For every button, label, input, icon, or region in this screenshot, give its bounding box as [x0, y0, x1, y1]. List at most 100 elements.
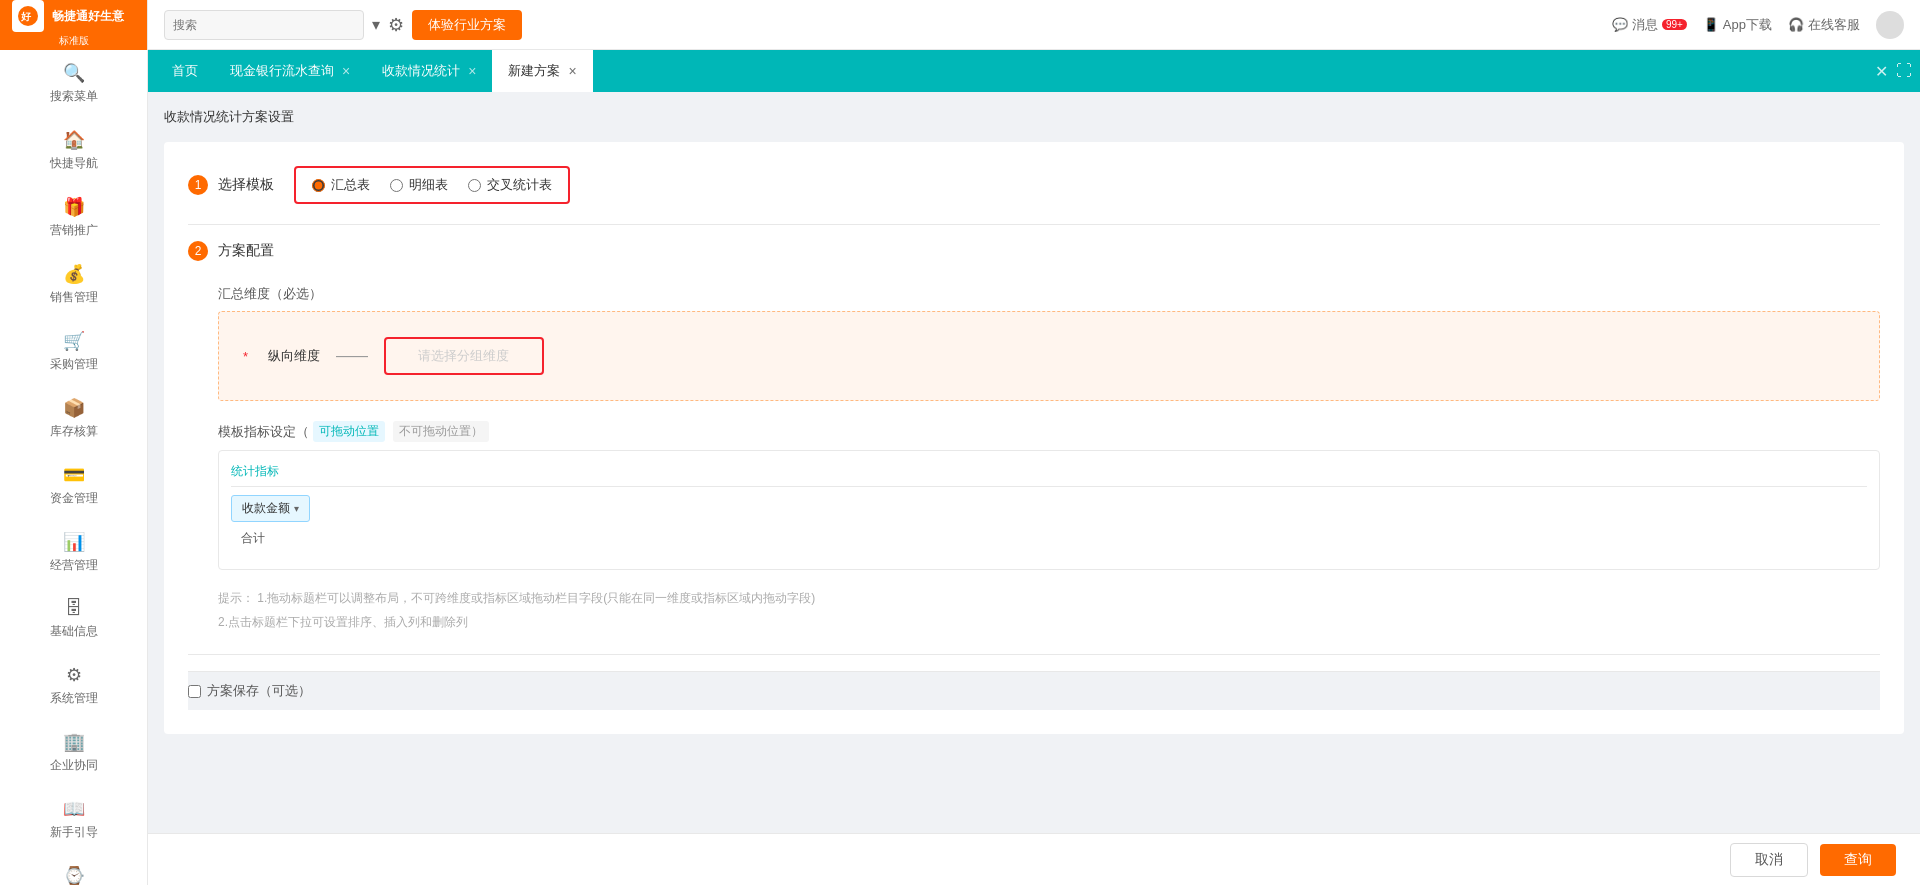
metric-tag-collection[interactable]: 收款金额 ▾	[231, 495, 1867, 522]
tab-cash-bank-close-icon[interactable]: ×	[342, 63, 350, 79]
sidebar-item-finance[interactable]: 💳 资金管理	[0, 452, 147, 519]
gear-icon[interactable]: ⚙	[388, 14, 404, 36]
step1-row: 1 选择模板 汇总表 明细表 交叉统计表	[188, 166, 1880, 204]
tab-home[interactable]: 首页	[156, 50, 214, 92]
tab-collection-stats[interactable]: 收款情况统计 ×	[366, 50, 492, 92]
radio-cross-label: 交叉统计表	[487, 176, 552, 194]
sidebar-item-operation[interactable]: 📊 经营管理	[0, 519, 147, 586]
metrics-settings-label: 模板指标设定（ 可拖动位置 不可拖动位置）	[218, 421, 1880, 442]
sidebar-item-label-inventory: 库存核算	[50, 423, 98, 440]
sidebar-item-label-search-menu: 搜索菜单	[50, 88, 98, 105]
template-radio-group: 汇总表 明细表 交叉统计表	[294, 166, 570, 204]
cancel-button[interactable]: 取消	[1730, 843, 1808, 877]
tab-cash-bank-label: 现金银行流水查询	[230, 62, 334, 80]
online-service-icon: 🎧	[1788, 17, 1804, 32]
message-btn[interactable]: 💬 消息 99+	[1612, 16, 1687, 34]
purchase-icon: 🛒	[63, 330, 85, 352]
inventory-icon: 📦	[63, 397, 85, 419]
topbar-right: 💬 消息 99+ 📱 App下载 🎧 在线客服	[1612, 11, 1904, 39]
non-movable-label: 不可拖动位置）	[393, 421, 489, 442]
radio-detail[interactable]: 明细表	[390, 176, 448, 194]
tip-2: 2.点击标题栏下拉可设置排序、插入列和删除列	[218, 610, 1880, 634]
divider-2	[188, 654, 1880, 655]
query-button[interactable]: 查询	[1820, 844, 1896, 876]
topbar-left: ▾ ⚙ 体验行业方案	[164, 10, 522, 40]
sidebar-item-newbie[interactable]: 📖 新手引导	[0, 786, 147, 853]
sidebar-item-system[interactable]: ⚙ 系统管理	[0, 652, 147, 719]
metrics-category-header: 统计指标	[231, 463, 1867, 487]
tab-collection-stats-close-icon[interactable]: ×	[468, 63, 476, 79]
arrow-right-icon: ——	[336, 347, 368, 365]
required-mark: *	[243, 349, 248, 364]
tab-new-plan-close-icon[interactable]: ×	[568, 63, 576, 79]
page-title: 收款情况统计方案设置	[164, 108, 1904, 126]
save-option-label: 方案保存（可选）	[207, 682, 311, 700]
sidebar: 好 畅捷通好生意 标准版 🔍 搜索菜单 🏠 快捷导航 🎁 营销推广 💰 销售管理…	[0, 0, 148, 885]
step2-label: 方案配置	[218, 242, 274, 260]
sidebar-item-label-marketing: 营销推广	[50, 222, 98, 239]
dim-select[interactable]: 请选择分组维度	[384, 337, 544, 375]
step1-label: 选择模板	[218, 176, 274, 194]
sidebar-item-inventory[interactable]: 📦 库存核算	[0, 385, 147, 452]
trial-btn[interactable]: 体验行业方案	[412, 10, 522, 40]
tab-window-controls: ✕ ⛶	[1875, 62, 1912, 81]
search-menu-icon: 🔍	[63, 62, 85, 84]
radio-cross[interactable]: 交叉统计表	[468, 176, 552, 194]
window-maximize-icon[interactable]: ⛶	[1896, 62, 1912, 80]
sidebar-logo: 好 畅捷通好生意	[0, 0, 147, 32]
sales-icon: 💰	[63, 263, 85, 285]
step2-content: 汇总维度（必选） * 纵向维度 —— 请选择分组维度 模板指标设定（ 可拖动	[188, 273, 1880, 634]
dropdown-arrow-icon[interactable]: ▾	[372, 15, 380, 34]
tab-home-label: 首页	[172, 62, 198, 80]
step2-num: 2	[188, 241, 208, 261]
sidebar-item-sales[interactable]: 💰 销售管理	[0, 251, 147, 318]
content-area: 收款情况统计方案设置 1 选择模板 汇总表 明细表	[148, 92, 1920, 833]
search-input[interactable]	[164, 10, 364, 40]
main-area: ▾ ⚙ 体验行业方案 💬 消息 99+ 📱 App下载 🎧 在线客服 首页	[148, 0, 1920, 885]
sidebar-item-label-newbie: 新手引导	[50, 824, 98, 841]
marketing-icon: 🎁	[63, 196, 85, 218]
step1-num: 1	[188, 175, 208, 195]
topbar: ▾ ⚙ 体验行业方案 💬 消息 99+ 📱 App下载 🎧 在线客服	[148, 0, 1920, 50]
metric-tag-label: 收款金额	[242, 500, 290, 517]
save-option[interactable]: 方案保存（可选）	[188, 682, 311, 700]
sidebar-item-search-menu[interactable]: 🔍 搜索菜单	[0, 50, 147, 117]
sidebar-item-enterprise[interactable]: 🏢 企业协同	[0, 719, 147, 786]
window-close-icon[interactable]: ✕	[1875, 62, 1888, 81]
version-badge: 标准版	[0, 32, 147, 50]
footer-save: 方案保存（可选）	[188, 671, 1880, 710]
radio-summary-input[interactable]	[312, 179, 325, 192]
tab-new-plan[interactable]: 新建方案 ×	[492, 50, 592, 92]
metrics-section: 模板指标设定（ 可拖动位置 不可拖动位置） 统计指标 收款金额	[218, 421, 1880, 570]
app-download-label: App下载	[1723, 16, 1772, 34]
tip-1: 提示： 1.拖动标题栏可以调整布局，不可跨维度或指标区域拖动栏目字段(只能在同一…	[218, 586, 1880, 610]
sidebar-item-marketing[interactable]: 🎁 营销推广	[0, 184, 147, 251]
tab-collection-stats-label: 收款情况统计	[382, 62, 460, 80]
message-icon: 💬	[1612, 17, 1628, 32]
enterprise-icon: 🏢	[63, 731, 85, 753]
user-avatar[interactable]	[1876, 11, 1904, 39]
sidebar-item-base-info[interactable]: 🗄 基础信息	[0, 586, 147, 652]
app-download-btn[interactable]: 📱 App下载	[1703, 16, 1772, 34]
metrics-settings-text: 模板指标设定（	[218, 423, 309, 441]
svg-text:好: 好	[20, 11, 32, 22]
metrics-area: 统计指标 收款金额 ▾ 合计	[218, 450, 1880, 570]
radio-detail-input[interactable]	[390, 179, 403, 192]
radio-cross-input[interactable]	[468, 179, 481, 192]
sidebar-item-label-finance: 资金管理	[50, 490, 98, 507]
tab-cash-bank[interactable]: 现金银行流水查询 ×	[214, 50, 366, 92]
tab-new-plan-label: 新建方案	[508, 62, 560, 80]
radio-detail-label: 明细表	[409, 176, 448, 194]
sidebar-item-label-purchase: 采购管理	[50, 356, 98, 373]
sidebar-item-smart-hw[interactable]: ⌚ 智能硬件	[0, 853, 147, 885]
message-label: 消息	[1632, 16, 1658, 34]
sidebar-item-label-operation: 经营管理	[50, 557, 98, 574]
step2-header: 2 方案配置	[188, 241, 274, 261]
sidebar-item-purchase[interactable]: 🛒 采购管理	[0, 318, 147, 385]
online-service-btn[interactable]: 🎧 在线客服	[1788, 16, 1860, 34]
sidebar-item-quick-nav[interactable]: 🏠 快捷导航	[0, 117, 147, 184]
dimension-section-title: 汇总维度（必选）	[218, 285, 1880, 303]
radio-summary[interactable]: 汇总表	[312, 176, 370, 194]
save-checkbox[interactable]	[188, 685, 201, 698]
sidebar-item-label-quick-nav: 快捷导航	[50, 155, 98, 172]
